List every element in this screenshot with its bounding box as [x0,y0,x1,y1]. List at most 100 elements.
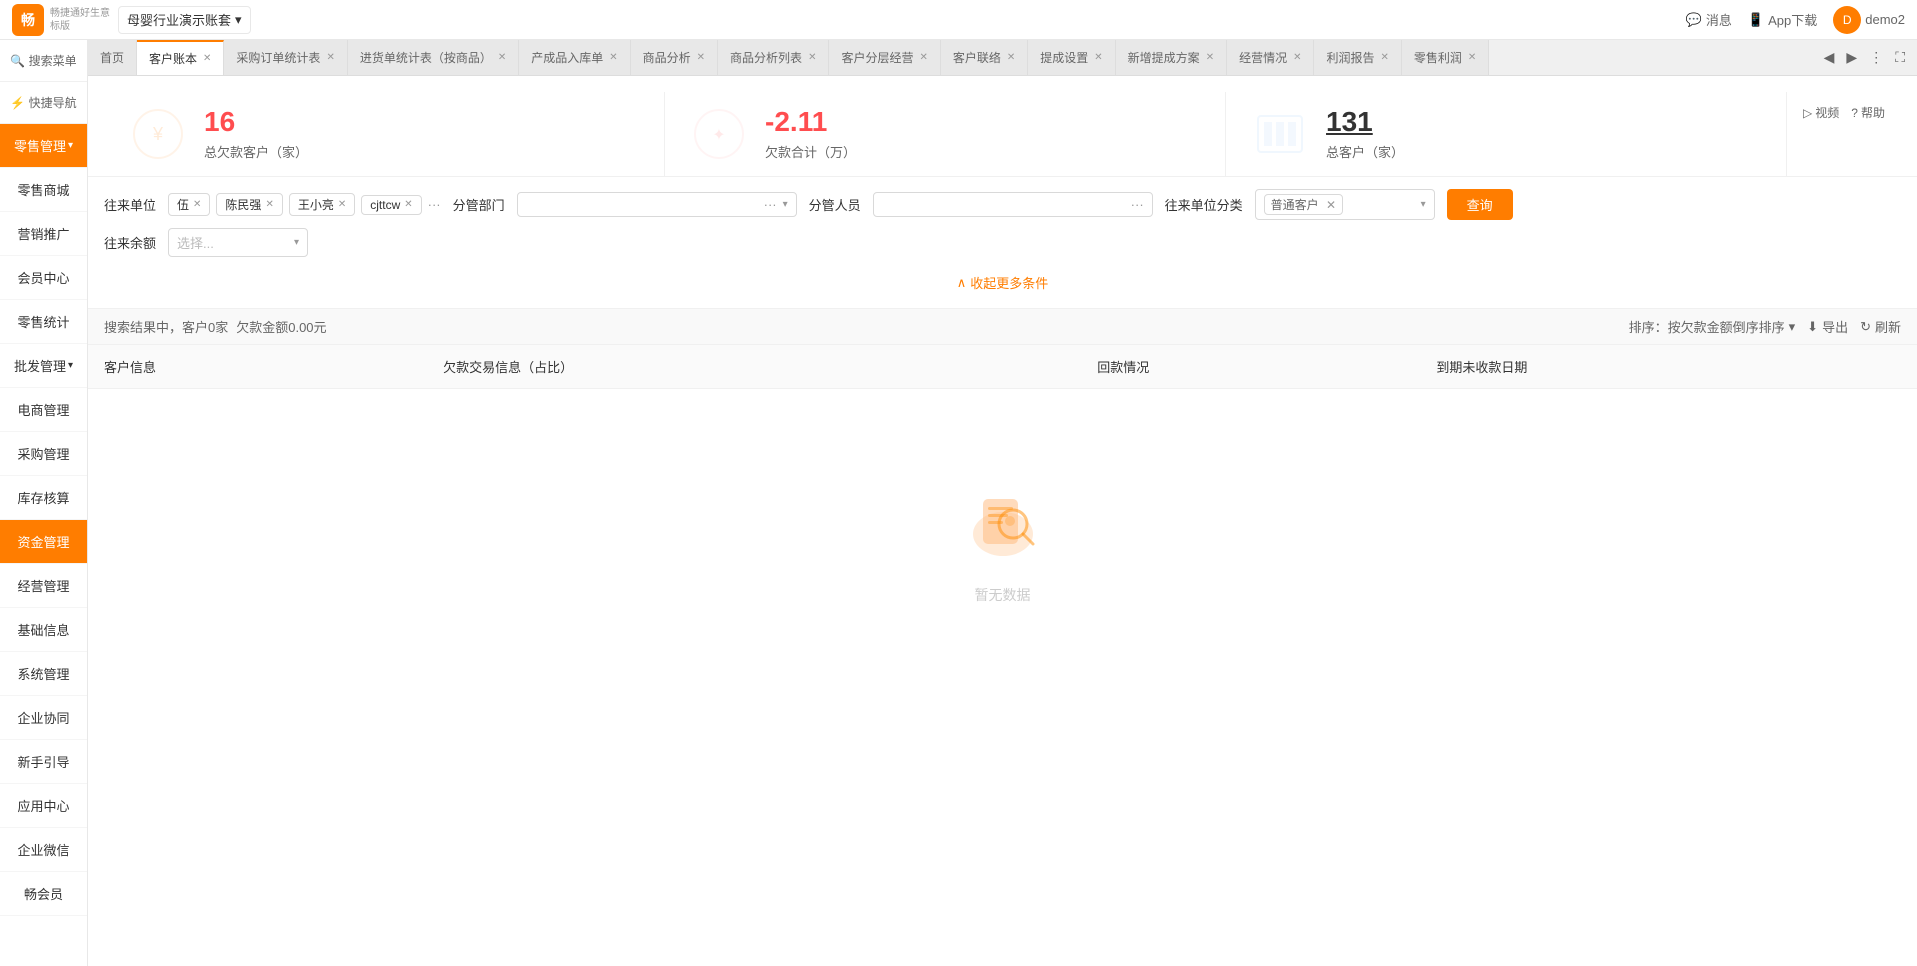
summary-info-2: -2.11 欠款合计（万） [765,108,856,161]
tab-close-icon[interactable]: ✕ [203,53,211,64]
unit-filter-label: 往来单位 [104,195,156,214]
sidebar-item-wholesale[interactable]: 批发管理 ▾ [0,344,87,388]
search-menu-btn[interactable]: 🔍 搜索菜单 [8,48,79,73]
tab-retail-profit-label: 零售利润 [1414,49,1462,66]
tab-close-icon[interactable]: ✕ [1007,52,1015,63]
sidebar-item-app-center[interactable]: 应用中心 [0,784,87,828]
tab-profit-report[interactable]: 利润报告 ✕ [1314,40,1401,76]
query-btn[interactable]: 查询 [1447,189,1513,220]
remove-tag-chen[interactable]: ✕ [265,199,273,210]
person-select[interactable]: ··· [873,192,1153,217]
tab-home[interactable]: 首页 [88,40,137,76]
export-label: 导出 [1822,317,1848,336]
results-bar-right: 排序：按欠款金额倒序排序 ▾ ⬇ 导出 ↻ 刷新 [1629,317,1901,336]
remove-tag-wu[interactable]: ✕ [193,199,201,210]
sidebar-item-member[interactable]: 会员中心 [0,256,87,300]
filter-more-tags[interactable]: ··· [428,197,441,212]
content-area: 首页 客户账本 ✕ 采购订单统计表 ✕ 进货单统计表（按商品） ✕ 产成品入库单… [88,40,1917,966]
sort-btn[interactable]: 排序：按欠款金额倒序排序 ▾ [1629,317,1796,336]
sidebar-item-retail-stat[interactable]: 零售统计 [0,300,87,344]
sidebar: 🔍 搜索菜单 ⚡ 快捷导航 零售管理 ▾ 零售商城 营销推广 会员中心 零售统计… [0,40,88,966]
tab-new-increase[interactable]: 新增提成方案 ✕ [1116,40,1227,76]
sidebar-item-vip[interactable]: 畅会员 [0,872,87,916]
sidebar-item-guide[interactable]: 新手引导 [0,740,87,784]
tab-menu-btn[interactable]: ⋮ [1865,47,1887,68]
sidebar-item-label: 营销推广 [17,227,69,242]
user-btn[interactable]: D demo2 [1833,6,1905,34]
tab-close-icon[interactable]: ✕ [1468,52,1476,63]
tab-goods-list[interactable]: 商品分析列表 ✕ [718,40,829,76]
category-arrow-icon: ▾ [1421,199,1426,210]
help-link[interactable]: ? 帮助 [1851,104,1885,121]
dept-more[interactable]: ··· [764,197,777,212]
tab-customer-capital[interactable]: 客户账本 ✕ [137,40,224,76]
summary-info-1: 16 总欠款客户（家） [204,108,308,161]
svg-text:¥: ¥ [152,124,164,144]
sidebar-item-wechat[interactable]: 企业微信 [0,828,87,872]
refresh-btn[interactable]: ↻ 刷新 [1860,317,1901,336]
total-all-value: 131 [1326,108,1404,136]
balance-select[interactable]: 选择... ▾ [168,228,308,257]
summary-card-1: ¥ 16 总欠款客户（家） [104,92,665,176]
sidebar-item-inventory[interactable]: 库存核算 [0,476,87,520]
tab-increase-settings[interactable]: 提成设置 ✕ [1028,40,1115,76]
app-download-btn[interactable]: 📱 App下载 [1748,10,1817,29]
tab-close-icon[interactable]: ✕ [808,52,816,63]
remove-tag-wang[interactable]: ✕ [338,199,346,210]
tab-customer-layer[interactable]: 客户分层经营 ✕ [829,40,940,76]
sidebar-item-operation[interactable]: 经营管理 [0,564,87,608]
tab-customer-capital-label: 客户账本 [149,50,197,67]
sidebar-item-capital[interactable]: 资金管理 [0,520,87,564]
data-table: 客户信息 欠款交易信息（占比） 回款情况 到期未收款日期 [88,345,1917,685]
tab-retail-profit[interactable]: 零售利润 ✕ [1402,40,1489,76]
quick-nav-btn[interactable]: ⚡ 快捷导航 [8,90,79,115]
tab-close-icon[interactable]: ✕ [498,52,506,63]
sidebar-item-system[interactable]: 系统管理 [0,652,87,696]
tab-close-icon[interactable]: ✕ [697,52,705,63]
sidebar-item-label: 采购管理 [17,447,69,462]
sidebar-search[interactable]: 🔍 搜索菜单 [0,40,87,82]
tab-close-icon[interactable]: ✕ [919,52,927,63]
sidebar-item-marketing[interactable]: 营销推广 [0,212,87,256]
export-btn[interactable]: ⬇ 导出 [1807,317,1848,336]
tab-goods-analysis[interactable]: 商品分析 ✕ [631,40,718,76]
video-icon: ▷ [1803,106,1812,120]
remove-tag-cjttcw[interactable]: ✕ [404,199,412,210]
total-customers-label: 总欠款客户（家） [204,142,308,161]
tab-customer-contact[interactable]: 客户联络 ✕ [941,40,1028,76]
sidebar-item-label: 企业微信 [17,843,69,858]
category-select[interactable]: 普通客户 ✕ ▾ [1255,189,1435,220]
tab-product-stock[interactable]: 产成品入库单 ✕ [519,40,630,76]
tab-close-icon[interactable]: ✕ [1293,52,1301,63]
sidebar-item-enterprise[interactable]: 企业协同 [0,696,87,740]
sidebar-item-basic[interactable]: 基础信息 [0,608,87,652]
tab-increase-settings-label: 提成设置 [1040,49,1088,66]
avatar: D [1833,6,1861,34]
tab-operations-label: 经营情况 [1239,49,1287,66]
filter-tag-wu: 伍 ✕ [168,193,210,216]
remove-category-tag[interactable]: ✕ [1326,198,1336,212]
tab-fullscreen-btn[interactable]: ⛶ [1891,47,1909,68]
debt-amount-label: 欠款合计（万） [765,142,856,161]
sidebar-item-ecommerce[interactable]: 电商管理 [0,388,87,432]
tab-purchase-order[interactable]: 采购订单统计表 ✕ [224,40,347,76]
tab-close-icon[interactable]: ✕ [1094,52,1102,63]
tab-next-btn[interactable]: ▶ [1842,47,1861,68]
tab-operations[interactable]: 经营情况 ✕ [1227,40,1314,76]
quick-nav[interactable]: ⚡ 快捷导航 [0,82,87,124]
person-more[interactable]: ··· [1131,197,1144,212]
tab-close-icon[interactable]: ✕ [326,52,334,63]
tab-close-icon[interactable]: ✕ [1206,52,1214,63]
org-selector[interactable]: 母婴行业演示账套 ▾ [118,6,251,34]
sidebar-item-retail-shop[interactable]: 零售商城 [0,168,87,212]
collapse-btn[interactable]: ∧ 收起更多条件 [104,265,1901,296]
tab-close-icon[interactable]: ✕ [609,52,617,63]
tab-prev-btn[interactable]: ◀ [1820,47,1839,68]
video-link[interactable]: ▷ 视频 [1803,104,1839,121]
tab-close-icon[interactable]: ✕ [1381,52,1389,63]
tab-stock-stat[interactable]: 进货单统计表（按商品） ✕ [348,40,519,76]
message-btn[interactable]: 💬 消息 [1686,10,1732,29]
dept-select[interactable]: ··· ▾ [517,192,797,217]
sidebar-item-retail[interactable]: 零售管理 ▾ [0,124,87,168]
sidebar-item-purchase[interactable]: 采购管理 [0,432,87,476]
